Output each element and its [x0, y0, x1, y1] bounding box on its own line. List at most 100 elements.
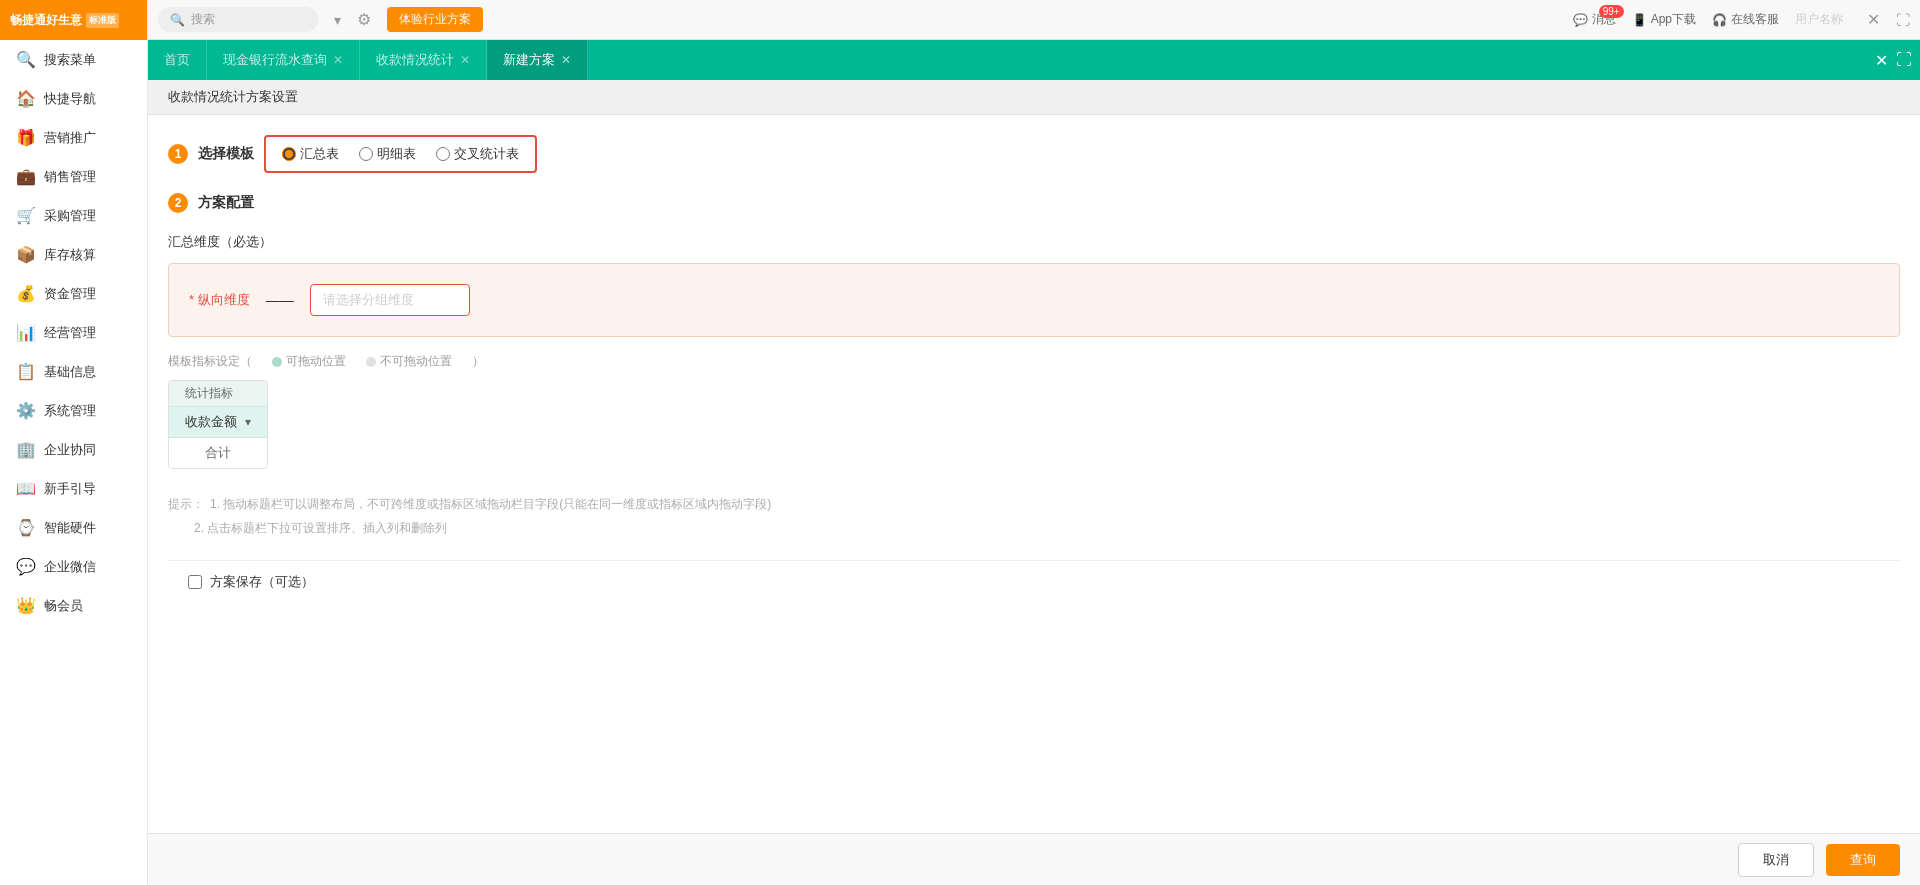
tab-close-all-icon[interactable]: ✕: [1875, 51, 1888, 70]
tab-fullscreen-icon[interactable]: ⛶: [1896, 51, 1912, 69]
topbar-expand-icon[interactable]: ⛶: [1896, 12, 1910, 28]
radio-summary-input[interactable]: [282, 147, 296, 161]
radio-detail-input[interactable]: [359, 147, 373, 161]
tab-new-plan[interactable]: 新建方案 ✕: [487, 40, 588, 80]
non-draggable-indicator: 不可拖动位置: [366, 353, 452, 370]
tips-area: 提示： 1. 拖动标题栏可以调整布局，不可跨维度或指标区域拖动栏目字段(只能在同…: [168, 492, 1900, 540]
sidebar-item-label: 企业协同: [44, 441, 96, 459]
metrics-dropdown-icon[interactable]: ▾: [245, 415, 251, 429]
metrics-label-row: 模板指标设定（ 可拖动位置 不可拖动位置 ）: [168, 353, 1900, 370]
main-area: 🔍 搜索 ▾ ⚙ 体验行业方案 💬 消息 99+ 📱 App下载 🎧 在线客服 …: [148, 0, 1920, 885]
topbar-right: 💬 消息 99+ 📱 App下载 🎧 在线客服 用户名称 ✕ ⛶: [1573, 10, 1910, 29]
tab-collection-stats-close-icon[interactable]: ✕: [460, 53, 470, 67]
search-placeholder: 搜索: [191, 11, 215, 28]
cancel-button[interactable]: 取消: [1738, 843, 1814, 877]
page-title: 收款情况统计方案设置: [168, 89, 298, 104]
operations-icon: 📊: [16, 323, 36, 342]
messages-icon-item[interactable]: 💬 消息 99+: [1573, 11, 1616, 28]
tab-collection-stats-label: 收款情况统计: [376, 51, 454, 69]
footer-save: 方案保存（可选）: [168, 560, 1900, 603]
tab-collection-stats[interactable]: 收款情况统计 ✕: [360, 40, 487, 80]
app-logo: 畅捷通好生意 标准版: [0, 0, 147, 40]
message-icon: 💬: [1573, 13, 1588, 27]
topbar-close-icon[interactable]: ✕: [1867, 10, 1880, 29]
tab-bank-flow-label: 现金银行流水查询: [223, 51, 327, 69]
sidebar-item-label: 新手引导: [44, 480, 96, 498]
section-template: 1 选择模板 汇总表 明细表 交叉统计表: [168, 135, 1900, 173]
topbar-gear-icon[interactable]: ⚙: [357, 10, 371, 29]
download-icon: 📱: [1632, 13, 1647, 27]
topbar-search-box[interactable]: 🔍 搜索: [158, 7, 318, 32]
tab-home[interactable]: 首页: [148, 40, 207, 80]
dimension-row: * 纵向维度 —— 请选择分组维度: [189, 284, 1879, 316]
search-icon: 🔍: [170, 13, 185, 27]
tab-home-label: 首页: [164, 51, 190, 69]
sidebar-item-label: 采购管理: [44, 207, 96, 225]
tip-item-2: 2. 点击标题栏下拉可设置排序、插入列和删除列: [168, 516, 1900, 540]
tab-bank-flow-close-icon[interactable]: ✕: [333, 53, 343, 67]
online-support-item[interactable]: 🎧 在线客服: [1712, 11, 1779, 28]
tab-bank-flow[interactable]: 现金银行流水查询 ✕: [207, 40, 360, 80]
dimension-input[interactable]: 请选择分组维度: [310, 284, 470, 316]
topbar-dropdown-icon[interactable]: ▾: [334, 12, 341, 28]
metrics-table: 统计指标 收款金额 ▾ 合计: [168, 380, 268, 469]
hardware-icon: ⌚: [16, 518, 36, 537]
sidebar-item-search-menu[interactable]: 🔍 搜索菜单: [0, 40, 147, 79]
sidebar-item-finance[interactable]: 💰 资金管理: [0, 274, 147, 313]
sidebar-item-marketing[interactable]: 🎁 营销推广: [0, 118, 147, 157]
tip-item-1: 提示： 1. 拖动标题栏可以调整布局，不可跨维度或指标区域拖动栏目字段(只能在同…: [168, 492, 1900, 516]
section1-num: 1: [168, 144, 188, 164]
radio-crosstab-table[interactable]: 交叉统计表: [436, 145, 519, 163]
sidebar-item-basic-info[interactable]: 📋 基础信息: [0, 352, 147, 391]
sidebar: 畅捷通好生意 标准版 🔍 搜索菜单 🏠 快捷导航 🎁 营销推广 💼 销售管理 🛒…: [0, 0, 148, 885]
metrics-section: 模板指标设定（ 可拖动位置 不可拖动位置 ） 统计指标: [168, 353, 1900, 472]
sidebar-item-system[interactable]: ⚙️ 系统管理: [0, 391, 147, 430]
sidebar-item-label: 系统管理: [44, 402, 96, 420]
online-support-label: 在线客服: [1731, 11, 1779, 28]
search-icon: 🔍: [16, 50, 36, 69]
sidebar-item-operations[interactable]: 📊 经营管理: [0, 313, 147, 352]
draggable-dot: [272, 357, 282, 367]
summary-dimension-title: 汇总维度（必选）: [168, 233, 1900, 251]
tab-new-plan-label: 新建方案: [503, 51, 555, 69]
sidebar-item-quick-nav[interactable]: 🏠 快捷导航: [0, 79, 147, 118]
sidebar-item-label: 畅会员: [44, 597, 83, 615]
vip-icon: 👑: [16, 596, 36, 615]
draggable-indicator: 可拖动位置: [272, 353, 346, 370]
sidebar-item-vip[interactable]: 👑 畅会员: [0, 586, 147, 625]
sidebar-item-label: 快捷导航: [44, 90, 96, 108]
radio-detail-table[interactable]: 明细表: [359, 145, 416, 163]
draggable-label: 可拖动位置: [286, 353, 346, 370]
section2-num: 2: [168, 193, 188, 213]
dimension-box: * 纵向维度 —— 请选择分组维度: [168, 263, 1900, 337]
sidebar-item-label: 搜索菜单: [44, 51, 96, 69]
radio-crosstab-input[interactable]: [436, 147, 450, 161]
radio-summary-table[interactable]: 汇总表: [282, 145, 339, 163]
sidebar-item-label: 企业微信: [44, 558, 96, 576]
industry-solution-button[interactable]: 体验行业方案: [387, 7, 483, 32]
sidebar-item-smart-hardware[interactable]: ⌚ 智能硬件: [0, 508, 147, 547]
content-area: 收款情况统计方案设置 1 选择模板 汇总表 明细表: [148, 80, 1920, 885]
sidebar-item-label: 库存核算: [44, 246, 96, 264]
sidebar-item-purchase[interactable]: 🛒 采购管理: [0, 196, 147, 235]
wechat-icon: 💬: [16, 557, 36, 576]
sidebar-item-enterprise-collab[interactable]: 🏢 企业协同: [0, 430, 147, 469]
save-plan-checkbox[interactable]: [188, 575, 202, 589]
guide-icon: 📖: [16, 479, 36, 498]
sidebar-item-label: 资金管理: [44, 285, 96, 303]
home-icon: 🏠: [16, 89, 36, 108]
sidebar-item-enterprise-wechat[interactable]: 💬 企业微信: [0, 547, 147, 586]
app-download-item[interactable]: 📱 App下载: [1632, 11, 1696, 28]
gift-icon: 🎁: [16, 128, 36, 147]
query-button[interactable]: 查询: [1826, 844, 1900, 876]
tip-prefix: 提示：: [168, 492, 204, 516]
sidebar-item-inventory[interactable]: 📦 库存核算: [0, 235, 147, 274]
section-config: 2 方案配置 汇总维度（必选） * 纵向维度 —— 请选择分组维度: [168, 193, 1900, 540]
metrics-column-header[interactable]: 收款金额 ▾: [169, 407, 267, 438]
metrics-column-label: 收款金额: [185, 413, 237, 431]
sidebar-item-sales[interactable]: 💼 销售管理: [0, 157, 147, 196]
radio-detail-label: 明细表: [377, 145, 416, 163]
tab-new-plan-close-icon[interactable]: ✕: [561, 53, 571, 67]
sales-icon: 💼: [16, 167, 36, 186]
sidebar-item-beginner-guide[interactable]: 📖 新手引导: [0, 469, 147, 508]
